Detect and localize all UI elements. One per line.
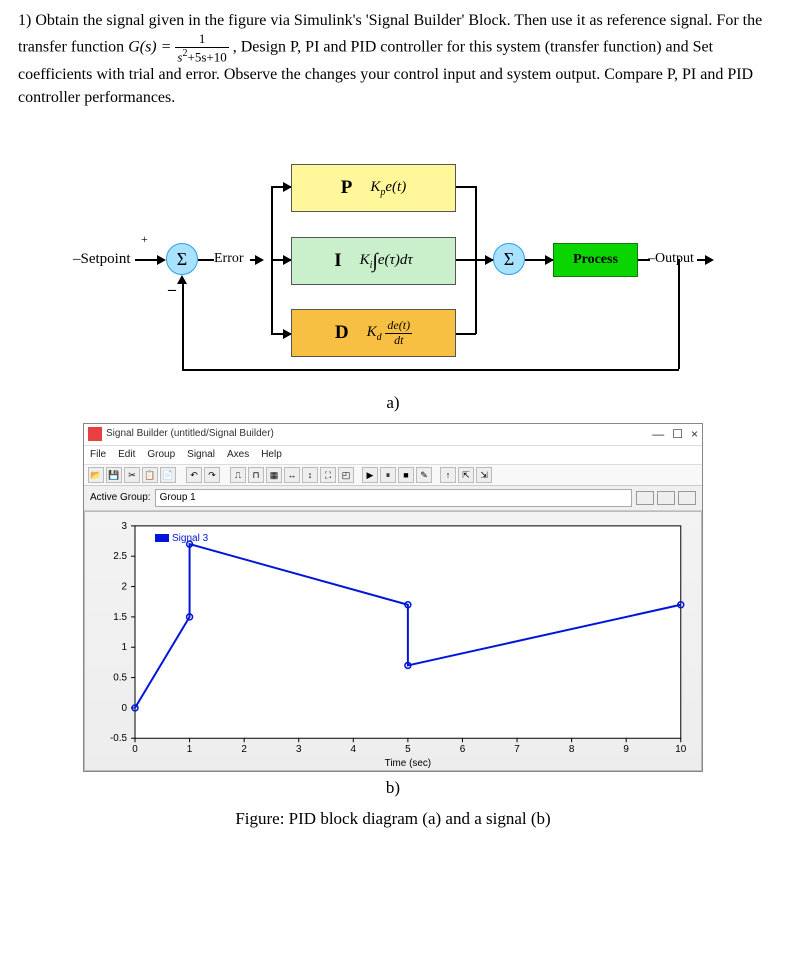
- p-block: P Kpe(t): [291, 164, 456, 212]
- menu-axes[interactable]: Axes: [227, 448, 249, 462]
- plus-sign: +: [141, 231, 148, 248]
- transfer-function-fraction: 1 s2+5s+10: [175, 32, 228, 64]
- pid-block-diagram: + –Setpoint – Σ Error P Kpe(t) I Ki∫e(τ)…: [73, 131, 713, 381]
- menu-edit[interactable]: Edit: [118, 448, 135, 462]
- svg-text:5: 5: [405, 744, 411, 755]
- question-text: 1) Obtain the signal given in the figure…: [18, 10, 768, 109]
- chart-svg: -0.5 0 0.5 1 1.5 2 2.5 3 0 1 2 3 4 5 6 7 8 9 10 Time (sec): [85, 512, 701, 770]
- sum-junction-2: Σ: [493, 243, 525, 275]
- paste-icon[interactable]: 📄: [160, 467, 176, 483]
- signal-chart[interactable]: Signal 3 -0.5 0 0.5 1 1.5 2 2.5 3 0 1 2 3 4 5 6 7 8 9 10 Ti…: [84, 511, 702, 771]
- setpoint-label: + –Setpoint –: [73, 249, 131, 270]
- grid-icon[interactable]: ▦: [266, 467, 282, 483]
- signal-builder-window: Signal Builder (untitled/Signal Builder)…: [83, 423, 703, 772]
- stop-icon[interactable]: ■: [398, 467, 414, 483]
- svg-text:2.5: 2.5: [113, 551, 127, 562]
- error-label: Error: [214, 249, 244, 269]
- svg-text:2: 2: [122, 581, 128, 592]
- step-icon[interactable]: ⎍: [230, 467, 246, 483]
- next-icon[interactable]: [678, 491, 696, 505]
- zoom-fit-icon[interactable]: ⛶: [320, 467, 336, 483]
- svg-text:4: 4: [351, 744, 357, 755]
- menu-bar: File Edit Group Signal Axes Help: [84, 446, 702, 465]
- export-icon[interactable]: ⇱: [458, 467, 474, 483]
- i-equation: Ki∫e(τ)dτ: [360, 250, 413, 273]
- up-icon[interactable]: ↑: [440, 467, 456, 483]
- signal-legend: Signal 3: [155, 532, 208, 546]
- svg-text:-0.5: -0.5: [110, 733, 128, 744]
- tf-denominator: s2+5s+10: [175, 48, 228, 65]
- svg-text:6: 6: [460, 744, 466, 755]
- menu-help[interactable]: Help: [261, 448, 282, 462]
- open-icon[interactable]: 📂: [88, 467, 104, 483]
- svg-text:1: 1: [122, 642, 128, 653]
- active-group-dropdown[interactable]: Group 1: [155, 489, 632, 507]
- menu-group[interactable]: Group: [147, 448, 175, 462]
- p-equation: Kpe(t): [370, 177, 406, 200]
- figure-caption: Figure: PID block diagram (a) and a sign…: [18, 807, 768, 831]
- cut-icon[interactable]: ✂: [124, 467, 140, 483]
- minimize-button[interactable]: —: [652, 426, 664, 443]
- window-title: Signal Builder (untitled/Signal Builder): [106, 427, 274, 441]
- d-block: D Kd de(t)dt: [291, 309, 456, 357]
- i-block: I Ki∫e(τ)dτ: [291, 237, 456, 285]
- import-icon[interactable]: ⇲: [476, 467, 492, 483]
- active-group-label: Active Group:: [90, 491, 151, 505]
- legend-swatch: [155, 534, 169, 542]
- zoom-x-icon[interactable]: ↔: [284, 467, 300, 483]
- d-equation: Kd de(t)dt: [367, 319, 412, 346]
- part-a-label: a): [18, 391, 768, 415]
- format-icon[interactable]: ✎: [416, 467, 432, 483]
- copy-icon[interactable]: 📋: [142, 467, 158, 483]
- svg-text:7: 7: [514, 744, 520, 755]
- svg-text:0: 0: [122, 703, 128, 714]
- svg-text:10: 10: [675, 744, 687, 755]
- question-number: 1): [18, 12, 31, 29]
- tf-lhs: G(s) =: [128, 39, 175, 56]
- svg-text:2: 2: [241, 744, 247, 755]
- menu-signal[interactable]: Signal: [187, 448, 215, 462]
- svg-text:0.5: 0.5: [113, 672, 127, 683]
- sum-junction-1: Σ: [166, 243, 198, 275]
- svg-text:Time (sec): Time (sec): [385, 758, 431, 769]
- redo-icon[interactable]: ↷: [204, 467, 220, 483]
- zoom-box-icon[interactable]: ◰: [338, 467, 354, 483]
- svg-text:1.5: 1.5: [113, 612, 127, 623]
- app-icon: [88, 427, 102, 441]
- svg-text:9: 9: [623, 744, 629, 755]
- pulse-icon[interactable]: ⊓: [248, 467, 264, 483]
- gear-icon[interactable]: [636, 491, 654, 505]
- process-block: Process: [553, 243, 638, 277]
- toolbar: 📂 💾 ✂ 📋 📄 ↶ ↷ ⎍ ⊓ ▦ ↔ ↕ ⛶ ◰ ▶ ⏸ ■ ✎ ↑ ⇱ …: [84, 465, 702, 486]
- output-label: –Output: [648, 249, 694, 269]
- prev-icon[interactable]: [657, 491, 675, 505]
- tf-numerator: 1: [175, 32, 228, 47]
- save-icon[interactable]: 💾: [106, 467, 122, 483]
- menu-file[interactable]: File: [90, 448, 106, 462]
- part-b-label: b): [18, 776, 768, 800]
- window-titlebar[interactable]: Signal Builder (untitled/Signal Builder)…: [84, 424, 702, 446]
- active-group-row: Active Group: Group 1: [84, 486, 702, 511]
- undo-icon[interactable]: ↶: [186, 467, 202, 483]
- play-icon[interactable]: ▶: [362, 467, 378, 483]
- close-button[interactable]: ×: [691, 426, 698, 443]
- zoom-y-icon[interactable]: ↕: [302, 467, 318, 483]
- svg-text:0: 0: [132, 744, 138, 755]
- maximize-button[interactable]: ☐: [672, 426, 683, 443]
- svg-text:3: 3: [122, 521, 128, 532]
- svg-text:8: 8: [569, 744, 575, 755]
- svg-text:3: 3: [296, 744, 302, 755]
- pause-icon[interactable]: ⏸: [380, 467, 396, 483]
- svg-text:1: 1: [187, 744, 193, 755]
- minus-sign: –: [168, 279, 176, 301]
